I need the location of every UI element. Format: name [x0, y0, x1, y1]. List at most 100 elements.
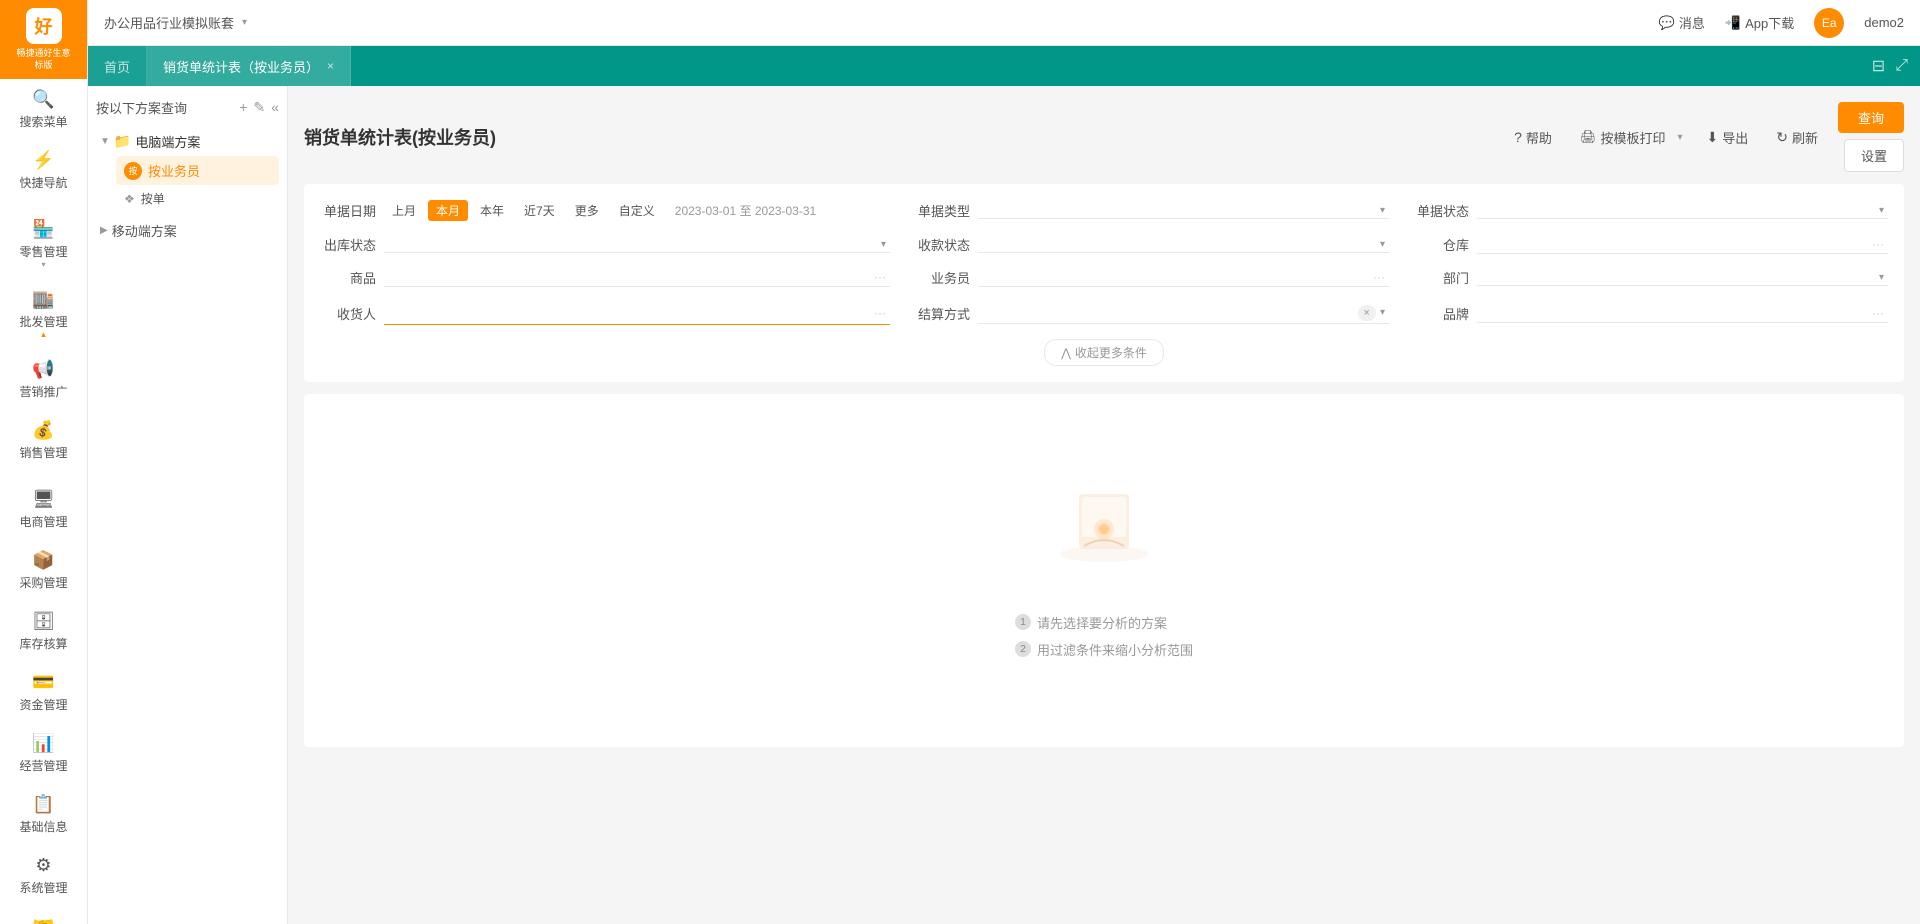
warehouse-input-wrap: ··· — [1477, 235, 1888, 254]
ecommerce-icon: 🖥 — [32, 489, 55, 510]
desktop-children: 按 按业务员 ❖ 按单 — [96, 156, 279, 212]
sidebar-item-quicknav[interactable]: ⚡ 快捷导航 — [0, 140, 87, 201]
tab-minimize-button[interactable]: ⊟ — [1872, 56, 1885, 76]
payment-status-select[interactable]: ▾ — [978, 237, 1389, 253]
date-tab-this-month[interactable]: 本月 — [428, 200, 468, 221]
sidebar-item-purchase-label: 采购管理 — [19, 574, 67, 591]
query-button[interactable]: 查询 — [1838, 102, 1904, 133]
doc-type-select[interactable]: ▾ — [978, 203, 1389, 219]
goods-more-btn[interactable]: ··· — [874, 270, 886, 284]
tree-desktop-toggle[interactable]: ▼ 📁 电脑端方案 — [96, 127, 279, 156]
inventory-icon: 🗄 — [32, 611, 55, 632]
doc-status-select[interactable]: ▾ — [1477, 203, 1888, 219]
mobile-expand-arrow: ▶ — [100, 225, 108, 236]
settlement-tag-close[interactable]: × — [1364, 307, 1370, 319]
panel-header-actions: + ✎ « — [239, 99, 279, 116]
sidebar-item-ecommerce[interactable]: 🖥 电商管理 — [0, 479, 87, 540]
date-tab-7days[interactable]: 近7天 — [516, 200, 563, 221]
department-label: 部门 — [1413, 268, 1469, 287]
tree-mobile-parent[interactable]: ▶ 移动端方案 — [96, 216, 279, 245]
tree-sub-leaf-doc[interactable]: ❖ 按单 — [116, 185, 279, 212]
sidebar-item-quicknav-label: 快捷导航 — [19, 174, 67, 191]
goods-input-wrap: ··· — [384, 268, 890, 287]
tab-expand-button[interactable]: ⤢ — [1895, 57, 1908, 75]
top-header-left: 办公用品行业模拟账套 ▾ — [104, 13, 247, 32]
panel-add-button[interactable]: + — [239, 99, 247, 116]
department-select[interactable]: ▾ — [1477, 270, 1888, 286]
tree-desktop-parent: ▼ 📁 电脑端方案 按 按业务员 ❖ 按单 — [96, 127, 279, 212]
sidebar-item-enterprise[interactable]: 🤝 企业协同 — [0, 906, 87, 924]
settlement-select[interactable]: × ▾ — [978, 303, 1389, 324]
consignee-input[interactable] — [388, 303, 874, 322]
user-name-label: demo2 — [1864, 15, 1904, 30]
sidebar-item-search[interactable]: 🔍 搜索菜单 — [0, 79, 87, 140]
sidebar-logo[interactable]: 好 畅捷通好生意 标版 — [0, 0, 87, 79]
date-tab-prev-month[interactable]: 上月 — [384, 200, 424, 221]
doc-status-arrow: ▾ — [1879, 205, 1884, 216]
consignee-more-btn[interactable]: ··· — [874, 306, 886, 320]
sidebar-item-wholesale[interactable]: 🏬 批发管理 ▲ — [0, 279, 87, 349]
date-tab-more[interactable]: 更多 — [567, 200, 607, 221]
payment-status-label: 收款状态 — [914, 235, 970, 254]
current-company-label: 办公用品行业模拟账套 — [104, 13, 234, 32]
sidebar-item-basics[interactable]: 📋 基础信息 — [0, 784, 87, 845]
help-icon: ? — [1514, 129, 1522, 145]
export-label: 导出 — [1722, 128, 1748, 147]
export-button[interactable]: ⬇ 导出 — [1698, 124, 1756, 151]
salesperson-label: 业务员 — [914, 268, 970, 287]
tab-bar: 首页 销货单统计表（按业务员） × ⊟ ⤢ — [88, 46, 1920, 86]
collapse-button[interactable]: ⋀ 收起更多条件 — [1044, 339, 1164, 366]
user-avatar[interactable]: Ea — [1814, 8, 1844, 38]
doc-type-arrow: ▾ — [1380, 205, 1385, 216]
hint-text-1: 请先选择要分析的方案 — [1037, 613, 1167, 632]
date-field: 单据日期 上月 本月 本年 近7天 更多 自定义 2023-03-01 至 20… — [320, 200, 890, 221]
help-button[interactable]: ? 帮助 — [1506, 124, 1560, 151]
warehouse-label: 仓库 — [1413, 235, 1469, 254]
refresh-button[interactable]: ↻ 刷新 — [1768, 124, 1826, 151]
settlement-tag: × — [1358, 305, 1376, 321]
salesperson-field: 业务员 ··· — [914, 268, 1389, 287]
basics-icon: 📋 — [32, 794, 54, 815]
brand-input-wrap: ··· — [1477, 304, 1888, 323]
sidebar-item-purchase[interactable]: 📦 采购管理 — [0, 540, 87, 601]
out-status-select[interactable]: ▾ — [384, 237, 890, 253]
print-dropdown-arrow[interactable]: ▾ — [1673, 128, 1686, 147]
date-control: 上月 本月 本年 近7天 更多 自定义 2023-03-01 至 2023-03… — [384, 200, 890, 221]
date-tabs: 上月 本月 本年 近7天 更多 自定义 — [384, 200, 663, 221]
hint-text-2: 用过滤条件来缩小分析范围 — [1037, 640, 1193, 659]
filter-row-1: 单据日期 上月 本月 本年 近7天 更多 自定义 2023-03-01 至 20… — [320, 200, 1888, 221]
message-button[interactable]: 💬 消息 — [1659, 13, 1705, 32]
salesperson-more-btn[interactable]: ··· — [1373, 270, 1385, 284]
sidebar-item-marketing[interactable]: 📢 营销推广 — [0, 349, 87, 410]
sidebar-item-sales[interactable]: 💰 销售管理 — [0, 410, 87, 471]
desktop-folder-icon: 📁 — [114, 133, 131, 150]
warehouse-more-btn[interactable]: ··· — [1872, 237, 1884, 251]
sidebar-item-inventory[interactable]: 🗄 库存核算 — [0, 601, 87, 662]
panel-collapse-button[interactable]: « — [271, 99, 279, 116]
page-title: 销货单统计表(按业务员) — [304, 124, 496, 150]
app-download-button[interactable]: 📲 App下载 — [1725, 13, 1794, 32]
sidebar-item-retail[interactable]: 🏪 零售管理 ▾ — [0, 209, 87, 279]
wholesale-arrow-icon: ▲ — [40, 330, 48, 339]
enterprise-icon: 🤝 — [32, 916, 54, 924]
sidebar-item-operations[interactable]: 📊 经营管理 — [0, 723, 87, 784]
tab-sales-stat[interactable]: 销货单统计表（按业务员） × — [147, 46, 351, 86]
sidebar-item-finance[interactable]: 💳 资金管理 — [0, 662, 87, 723]
brand-more-btn[interactable]: ··· — [1872, 306, 1884, 320]
out-status-label: 出库状态 — [320, 235, 376, 254]
filter-row-4: 收货人 ··· 结算方式 × — [320, 301, 1888, 325]
hint-num-1: 1 — [1015, 614, 1031, 630]
tab-sales-stat-close[interactable]: × — [327, 59, 334, 73]
export-icon: ⬇ — [1706, 129, 1718, 146]
company-dropdown-arrow[interactable]: ▾ — [242, 17, 247, 28]
panel-edit-button[interactable]: ✎ — [253, 99, 265, 116]
date-tab-custom[interactable]: 自定义 — [611, 200, 663, 221]
settlement-field: 结算方式 × ▾ — [914, 303, 1389, 324]
date-tab-this-year[interactable]: 本年 — [472, 200, 512, 221]
tab-home[interactable]: 首页 — [88, 46, 147, 86]
tree-leaf-salesperson[interactable]: 按 按业务员 — [116, 156, 279, 185]
sidebar-item-system[interactable]: ⚙ 系统管理 — [0, 845, 87, 906]
settings-button[interactable]: 设置 — [1844, 139, 1904, 172]
print-button[interactable]: 🖨 按模板打印 — [1572, 124, 1674, 151]
filter-card: 单据日期 上月 本月 本年 近7天 更多 自定义 2023-03-01 至 20… — [304, 184, 1904, 382]
